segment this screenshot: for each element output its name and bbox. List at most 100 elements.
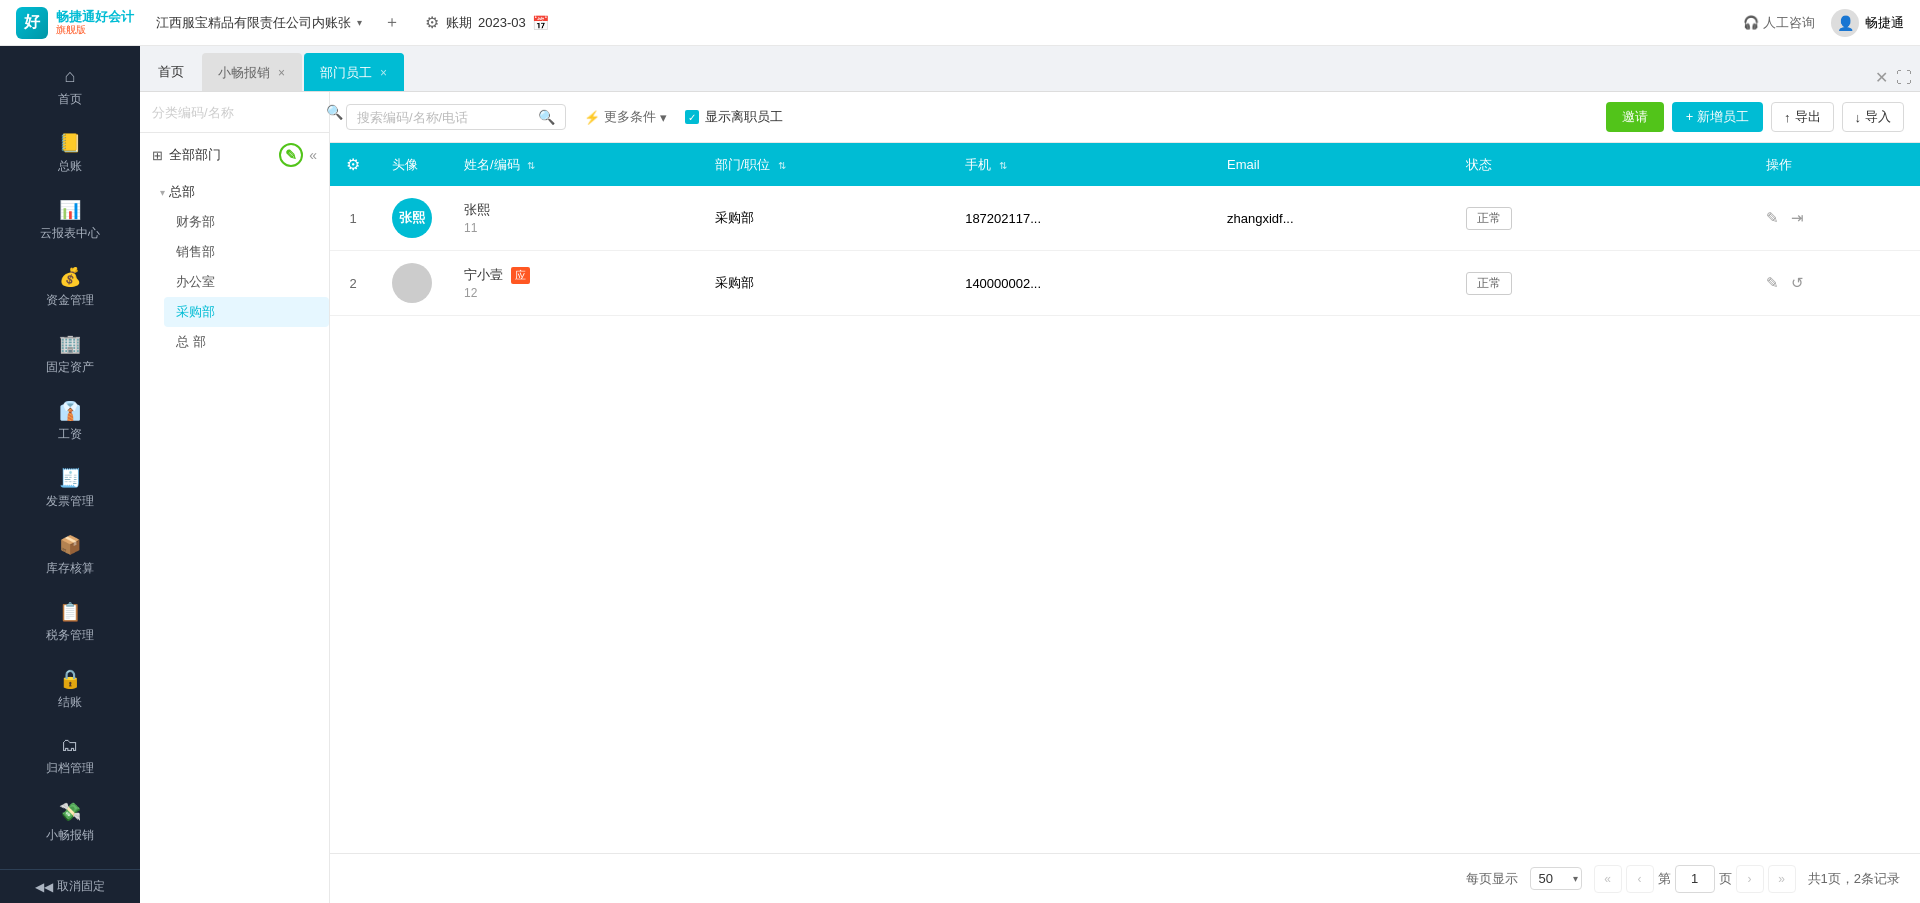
sidebar-item-fixed-assets[interactable]: 🏢 固定资产 — [0, 321, 140, 388]
sidebar-item-general-ledger[interactable]: 📒 总账 — [0, 120, 140, 187]
page-prefix: 第 — [1658, 870, 1671, 888]
show-resigned-checkbox[interactable]: ✓ — [685, 110, 699, 124]
sidebar-item-label: 工资 — [58, 426, 82, 443]
last-page-button[interactable]: » — [1768, 865, 1796, 893]
tab-dept-employee-close-icon[interactable]: × — [380, 66, 387, 80]
dept-item-finance[interactable]: 财务部 — [164, 207, 329, 237]
action-cell-1: ✎ ⇥ — [1750, 186, 1920, 251]
period-label: 账期 — [446, 14, 472, 32]
next-page-button[interactable]: › — [1736, 865, 1764, 893]
toolbar-right: 邀请 + 新增员工 ↑ 导出 ↓ 导入 — [1606, 102, 1904, 132]
edit-button-2[interactable]: ✎ — [1766, 274, 1779, 292]
tab-home-label: 首页 — [158, 63, 184, 81]
import-button[interactable]: ↓ 导入 — [1842, 102, 1905, 132]
company-selector[interactable]: 江西服宝精品有限责任公司内账张 ▾ — [156, 14, 362, 32]
sidebar-item-reports[interactable]: 📊 云报表中心 — [0, 187, 140, 254]
table-row: 1 张熙 张熙 11 采购部 — [330, 186, 1920, 251]
sidebar-item-basic-settings[interactable]: ⚙ 基础设置 — [0, 856, 140, 869]
close-tab-icon[interactable]: ✕ — [1875, 68, 1888, 87]
per-page-label: 每页显示 — [1466, 870, 1518, 888]
dept-item-headquarters[interactable]: 总 部 — [164, 327, 329, 357]
table-settings-icon[interactable]: ⚙ — [346, 156, 360, 173]
total-info: 共1页，2条记录 — [1808, 870, 1900, 888]
page-input[interactable] — [1675, 865, 1715, 893]
logo-icon: 好 — [16, 7, 48, 39]
dept-item-office[interactable]: 办公室 — [164, 267, 329, 297]
status-cell-1: 正常 — [1450, 186, 1750, 251]
user-area[interactable]: 👤 畅捷通 — [1831, 9, 1904, 37]
settings-button[interactable]: ⚙ — [418, 9, 446, 37]
per-page-select[interactable]: 10 20 50 100 — [1530, 867, 1582, 890]
sidebar-item-archive[interactable]: 🗂 归档管理 — [0, 723, 140, 789]
dept-edit-button[interactable]: ✎ — [279, 143, 303, 167]
emp-code-1: 11 — [464, 221, 683, 235]
tab-xiaochang-label: 小畅报销 — [218, 64, 270, 82]
sidebar-item-label: 首页 — [58, 91, 82, 108]
avatar-2 — [392, 263, 432, 303]
dept-tree-header[interactable]: ⊞ 全部部门 ✎ « — [140, 133, 329, 177]
chevron-down-icon: ▾ — [357, 17, 362, 28]
unpin-button[interactable]: ◀◀ 取消固定 — [0, 869, 140, 903]
col-name-code[interactable]: 姓名/编码 ⇅ — [448, 143, 699, 186]
expand-tab-icon[interactable]: ⛶ — [1896, 69, 1912, 87]
status-badge-1: 正常 — [1466, 207, 1512, 230]
sidebar-item-home[interactable]: ⌂ 首页 — [0, 54, 140, 120]
assets-icon: 🏢 — [59, 333, 81, 355]
show-resigned-toggle[interactable]: ✓ 显示离职员工 — [685, 108, 783, 126]
tab-xiaochang-close-icon[interactable]: × — [278, 66, 285, 80]
dept-item-procurement[interactable]: 采购部 — [164, 297, 329, 327]
dept-all-label: ⊞ 全部部门 — [152, 146, 221, 164]
sidebar-item-label: 结账 — [58, 694, 82, 711]
sidebar-item-closing[interactable]: 🔒 结账 — [0, 656, 140, 723]
refresh-button-2[interactable]: ↺ — [1791, 274, 1804, 292]
tab-xiaochang[interactable]: 小畅报销 × — [202, 53, 302, 91]
export-button-1[interactable]: ⇥ — [1791, 209, 1804, 227]
dept-group-total[interactable]: ▾ 总部 — [148, 177, 329, 207]
filter-label: 更多条件 — [604, 108, 656, 126]
header-actions: ＋ ⚙ — [378, 9, 446, 37]
sidebar-item-xiaochang-expense[interactable]: 💸 小畅报销 — [0, 789, 140, 856]
tab-home[interactable]: 首页 — [142, 53, 200, 91]
service-button[interactable]: 🎧 人工咨询 — [1743, 14, 1815, 32]
reports-icon: 📊 — [59, 199, 81, 221]
avatar-cell-2 — [376, 251, 448, 316]
first-page-button[interactable]: « — [1594, 865, 1622, 893]
dept-cell-1: 采购部 — [699, 186, 950, 251]
phone-cell-2: 140000002... — [949, 251, 1211, 316]
search-icon[interactable]: 🔍 — [538, 109, 555, 125]
sidebar-item-tax[interactable]: 📋 税务管理 — [0, 589, 140, 656]
add-employee-button[interactable]: + 新增员工 — [1672, 102, 1763, 132]
avatar-1: 张熙 — [392, 198, 432, 238]
expand-icon: ▾ — [160, 187, 165, 198]
sidebar-item-label: 固定资产 — [46, 359, 94, 376]
action-cell-2: ✎ ↺ — [1750, 251, 1920, 316]
employee-toolbar: 🔍 ⚡ 更多条件 ▾ ✓ 显示离职员工 邀请 + 新增员工 — [330, 92, 1920, 143]
content-area: 首页 小畅报销 × 部门员工 × ✕ ⛶ 🔍 — [140, 46, 1920, 903]
dept-collapse-button[interactable]: « — [309, 147, 317, 163]
edit-button-1[interactable]: ✎ — [1766, 209, 1779, 227]
dept-item-sales[interactable]: 销售部 — [164, 237, 329, 267]
dept-search-input[interactable] — [152, 105, 320, 120]
invite-button[interactable]: 邀请 — [1606, 102, 1664, 132]
dept-sub-list: 财务部 销售部 办公室 采购部 总 部 — [148, 207, 329, 357]
employee-search-input[interactable] — [357, 110, 532, 125]
tax-icon: 📋 — [59, 601, 81, 623]
calendar-icon[interactable]: 📅 — [532, 15, 549, 31]
period-value: 2023-03 — [478, 15, 526, 30]
name-code-cell-2: 宁小壹 应 12 — [448, 251, 699, 316]
filter-chevron-icon: ▾ — [660, 110, 667, 125]
add-button[interactable]: ＋ — [378, 9, 406, 37]
tab-dept-employee[interactable]: 部门员工 × — [304, 53, 404, 91]
export-button[interactable]: ↑ 导出 — [1771, 102, 1834, 132]
sidebar-item-payroll[interactable]: 👔 工资 — [0, 388, 140, 455]
col-dept-position[interactable]: 部门/职位 ⇅ — [699, 143, 950, 186]
sidebar-item-invoice[interactable]: 🧾 发票管理 — [0, 455, 140, 522]
filter-icon: ⚡ — [584, 110, 600, 125]
col-phone[interactable]: 手机 ⇅ — [949, 143, 1211, 186]
sidebar-item-label: 总账 — [58, 158, 82, 175]
prev-page-button[interactable]: ‹ — [1626, 865, 1654, 893]
dept-cell-2: 采购部 — [699, 251, 950, 316]
sidebar-item-funds[interactable]: 💰 资金管理 — [0, 254, 140, 321]
sidebar-item-inventory[interactable]: 📦 库存核算 — [0, 522, 140, 589]
filter-button[interactable]: ⚡ 更多条件 ▾ — [576, 104, 675, 130]
